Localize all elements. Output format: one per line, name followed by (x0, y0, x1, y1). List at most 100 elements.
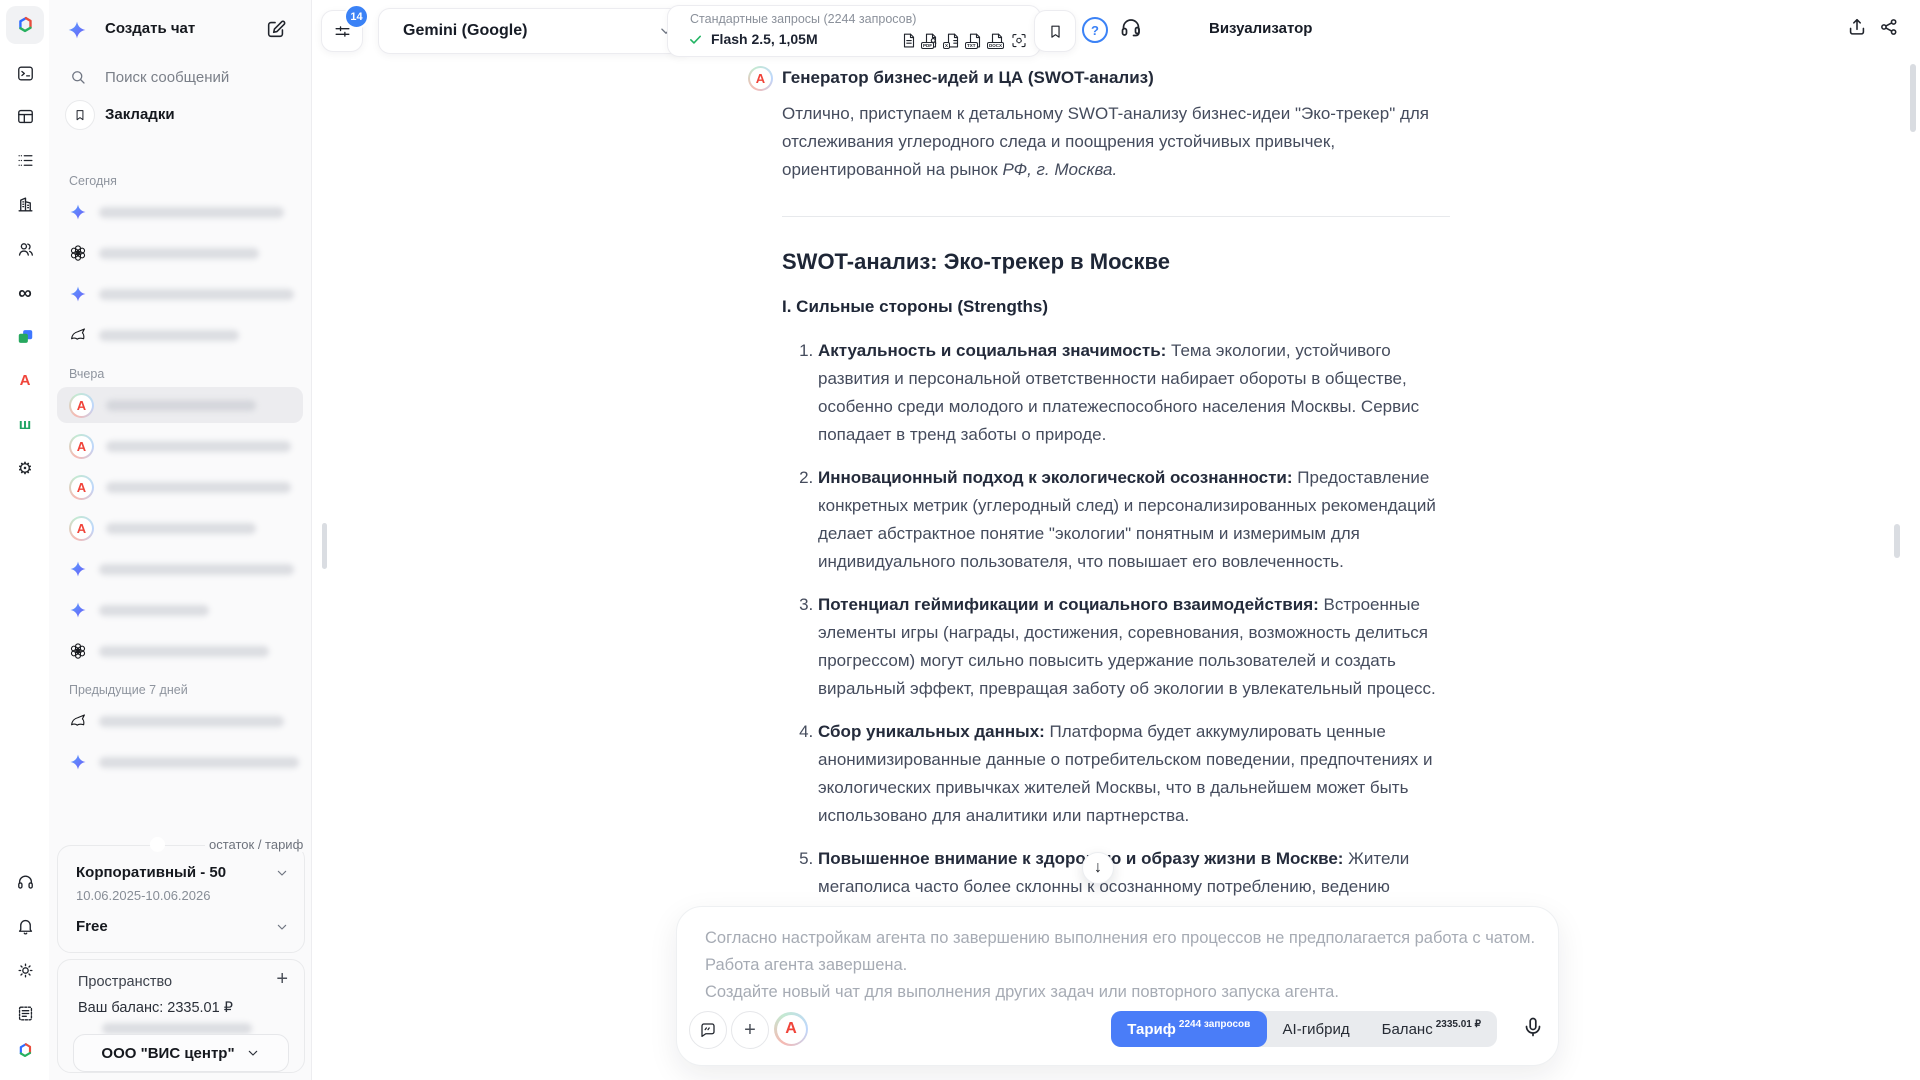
attach-button[interactable]: + (731, 1011, 769, 1049)
share-button[interactable] (1878, 16, 1900, 38)
balance-segment[interactable]: Баланс2335.01 ₽ (1366, 1011, 1497, 1047)
plan-card: Корпоративный - 50 10.06.2025-10.06.2026… (57, 845, 305, 953)
chat-history-item[interactable]: A (57, 510, 303, 546)
agent-avatar-button[interactable]: A (773, 1011, 809, 1047)
history-section-label: Предыдущие 7 дней (49, 683, 311, 697)
right-panel-handle[interactable] (1894, 524, 1900, 558)
team-icon[interactable] (15, 239, 35, 259)
agent-a-icon: A (69, 434, 94, 459)
chat-history-item[interactable] (57, 194, 303, 230)
sidebar: Создать чат Поиск сообщений Закладки Сег… (49, 0, 312, 1080)
plan-tier: Free (76, 918, 108, 935)
prompt-templates-button[interactable] (689, 1011, 727, 1049)
voice-headphones-icon[interactable] (1119, 16, 1143, 40)
company-icon[interactable] (15, 194, 35, 214)
history-section-label: Вчера (49, 367, 311, 381)
assistant-avatar: A (748, 66, 773, 91)
chat-history-item[interactable] (57, 744, 303, 780)
agent-a-icon: A (69, 393, 94, 418)
terminal-icon[interactable] (15, 63, 35, 83)
table-icon[interactable] (15, 106, 35, 126)
add-space-button[interactable]: + (276, 968, 288, 991)
docx-file-icon: DOCX (988, 31, 1006, 50)
plan-segmented-control: Тариф2244 запросов AI-гибрид Баланс2335.… (1111, 1011, 1497, 1047)
gpt-icon (69, 244, 87, 262)
chat-history-list: СегодняВчераAAAAПредыдущие 7 дней (49, 160, 311, 785)
help-button[interactable]: ? (1082, 17, 1108, 43)
notifications-bell-icon[interactable] (15, 916, 35, 936)
scrollbar-thumb[interactable] (1910, 64, 1916, 132)
chat-history-item[interactable] (57, 235, 303, 271)
composer[interactable]: Согласно настройкам агента по завершению… (676, 906, 1559, 1066)
new-chat-row[interactable]: Создать чат (49, 16, 311, 44)
org-selector[interactable]: ООО "ВИС центр" (73, 1034, 289, 1072)
strength-item: Потенциал геймификации и социального вза… (818, 591, 1450, 703)
support-headphones-icon[interactable] (15, 872, 35, 892)
agent-w-icon[interactable]: ш (15, 414, 35, 434)
notice-line: Согласно настройкам агента по завершению… (705, 925, 1535, 952)
model-name: Gemini (Google) (403, 22, 527, 40)
chat-history-item[interactable] (57, 633, 303, 669)
visualizer-label: Визуализатор (1209, 20, 1312, 37)
tier-chevron-icon[interactable] (274, 919, 290, 935)
space-card: Пространство + Ваш баланс: 2335.01 ₽ ООО… (57, 959, 305, 1073)
chat-history-item[interactable] (57, 276, 303, 312)
redacted-chat-title (106, 441, 291, 452)
whale-icon (69, 712, 87, 730)
new-chat-label: Создать чат (105, 20, 195, 37)
chat-history-item[interactable] (57, 317, 303, 353)
agent-a-icon[interactable]: A (15, 370, 35, 390)
agent-avatar: A (774, 1012, 808, 1046)
redacted-chat-title (99, 248, 259, 259)
swot-heading: SWOT-анализ: Эко-трекер в Москве (782, 247, 1450, 277)
left-panel-handle[interactable] (322, 523, 327, 569)
news-icon[interactable] (15, 1003, 35, 1023)
bookmark-button[interactable] (1034, 10, 1076, 52)
redacted-chat-title (99, 757, 299, 768)
model-variant: Flash 2.5, 1,05M (711, 31, 818, 47)
bookmarks-row[interactable]: Закладки (49, 100, 311, 130)
export-button[interactable] (1846, 16, 1868, 38)
brand-logo-icon (14, 14, 36, 36)
model-selector[interactable]: Gemini (Google) (378, 8, 692, 54)
compose-edit-icon[interactable] (265, 18, 287, 40)
mic-button[interactable] (1521, 1015, 1545, 1039)
org-chevron-icon (245, 1045, 261, 1061)
usage-toggle-label: остаток / тариф (205, 837, 307, 852)
task-list-icon[interactable] (15, 150, 35, 170)
search-placeholder: Поиск сообщений (105, 69, 229, 86)
pdf-file-icon: PDF (922, 31, 940, 50)
sparkle-icon (69, 285, 87, 303)
chat-history-item[interactable]: A (57, 387, 303, 423)
redacted-chat-title (106, 400, 256, 411)
strength-item: Инновационный подход к экологической осо… (818, 464, 1450, 576)
brand-bottom-logo-icon (15, 1040, 35, 1060)
redacted-chat-title (99, 605, 209, 616)
settings-gear-icon[interactable]: ⚙ (15, 458, 35, 478)
chat-history-item[interactable]: A (57, 469, 303, 505)
filetype-icons: PDF X TXT DOCX (900, 31, 1051, 50)
strength-item: Сбор уникальных данных: Платформа будет … (818, 718, 1450, 830)
icon-rail: ∞ A ш ⚙ (0, 0, 49, 1080)
tariff-requests-count: 2244 запросов (1179, 1019, 1250, 1030)
plan-chevron-icon[interactable] (274, 865, 290, 881)
history-section-label: Сегодня (49, 174, 311, 188)
chat-history-item[interactable] (57, 592, 303, 628)
apps-icon[interactable] (15, 326, 35, 346)
scroll-down-button[interactable]: ↓ (1082, 852, 1114, 884)
strengths-subheading: I. Сильные стороны (Strengths) (782, 295, 1450, 319)
ai-hybrid-segment[interactable]: AI-гибрид (1267, 1011, 1366, 1047)
app-logo-button[interactable] (6, 6, 44, 44)
infinity-icon[interactable]: ∞ (15, 283, 35, 303)
space-title: Пространство (78, 974, 172, 990)
tariff-segment[interactable]: Тариф2244 запросов (1111, 1011, 1267, 1047)
chat-history-item[interactable]: A (57, 428, 303, 464)
theme-sun-icon[interactable] (15, 960, 35, 980)
bookmarks-label: Закладки (105, 106, 175, 123)
quota-panel[interactable]: Стандартные запросы (2244 запросов) Flas… (667, 5, 1041, 57)
share-icon (1878, 16, 1900, 38)
agent-a-icon: A (69, 475, 94, 500)
chat-history-item[interactable] (57, 551, 303, 587)
message-search[interactable]: Поиск сообщений (49, 64, 311, 92)
chat-history-item[interactable] (57, 703, 303, 739)
